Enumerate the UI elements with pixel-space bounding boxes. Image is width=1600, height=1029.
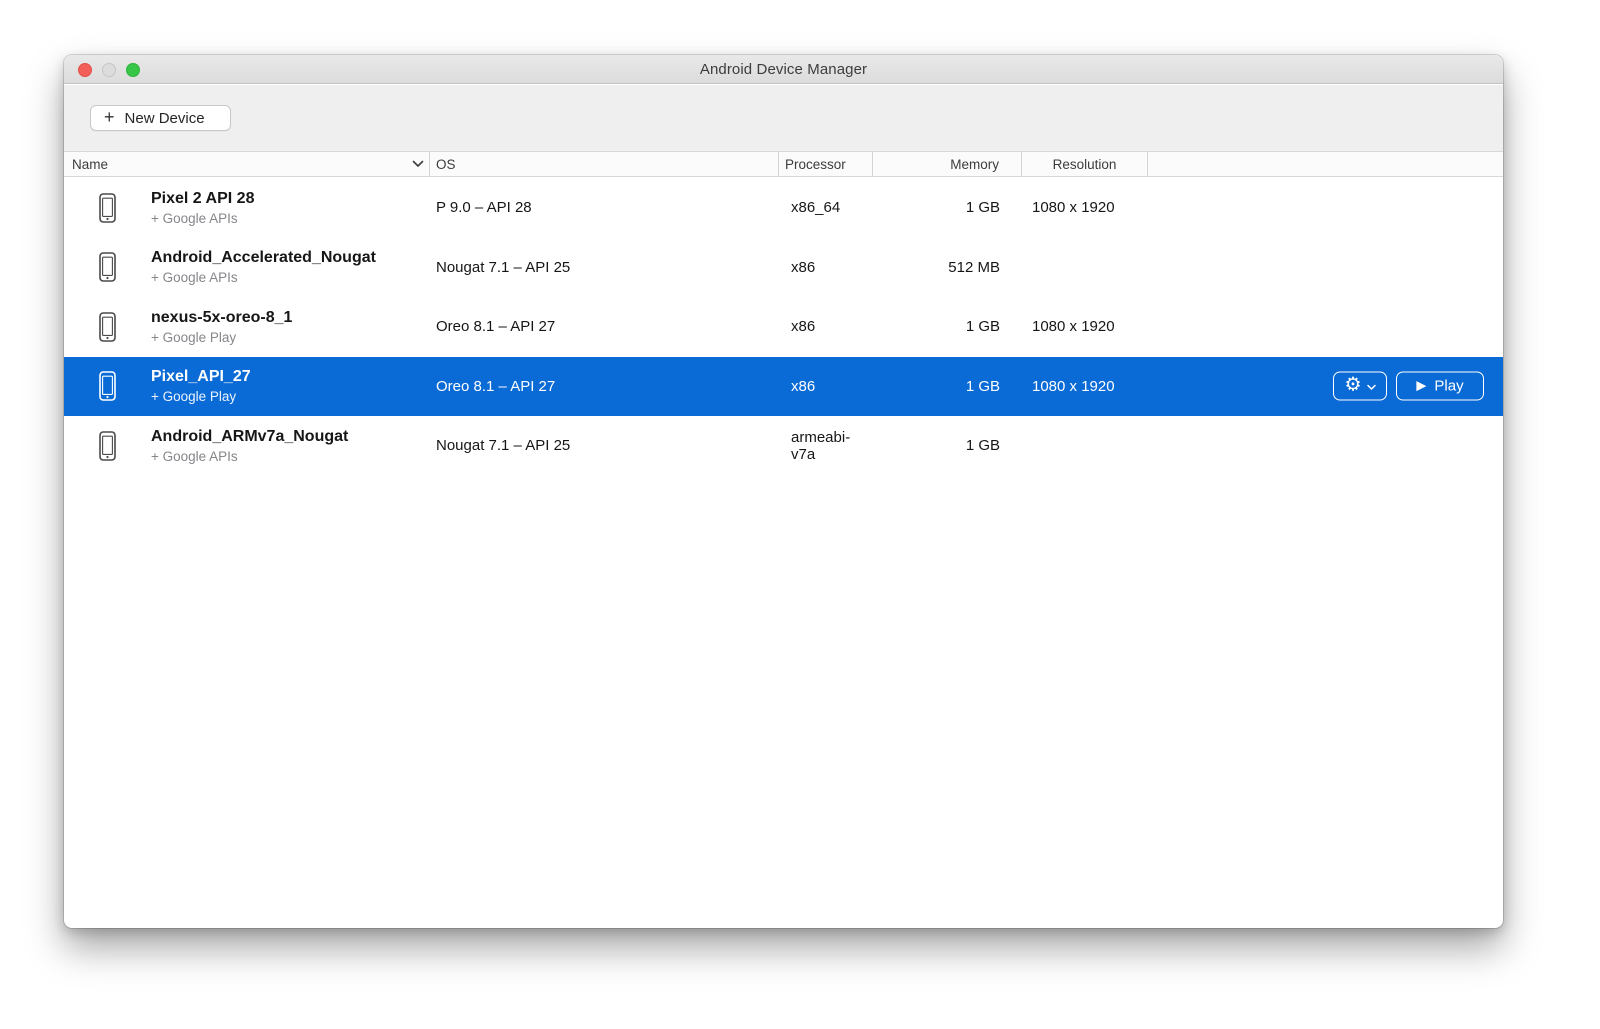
chevron-down-icon [412,160,424,168]
selected-row-actions: ⚙ ▶ Play [1333,372,1484,401]
android-device-manager-window: Android Device Manager + New Device Name… [64,55,1503,928]
device-row-pixel-2-api-28[interactable]: Pixel 2 API 28 + Google APIs P 9.0 – API… [64,178,1503,238]
phone-icon [99,431,116,461]
play-button[interactable]: ▶ Play [1396,372,1484,401]
device-row-nexus-5x-oreo-8-1[interactable]: nexus-5x-oreo-8_1 + Google Play Oreo 8.1… [64,297,1503,357]
device-resolution: 1080 x 1920 [1022,357,1148,417]
chevron-down-icon [1367,379,1376,394]
device-name: nexus-5x-oreo-8_1 [151,309,292,327]
phone-icon [99,371,116,401]
phone-icon [99,312,116,342]
close-button[interactable] [78,63,92,77]
column-header-name[interactable]: Name [64,152,430,176]
window-title: Android Device Manager [700,61,867,78]
device-name: Pixel 2 API 28 [151,190,254,208]
device-os: Oreo 8.1 – API 27 [430,297,779,357]
device-addon: + Google APIs [151,211,238,226]
device-resolution: 1080 x 1920 [1022,297,1148,357]
device-memory: 1 GB [873,416,1022,476]
device-memory: 1 GB [873,297,1022,357]
phone-icon [99,193,116,223]
play-icon: ▶ [1416,380,1426,393]
play-label: Play [1434,378,1463,395]
device-resolution [1022,416,1148,476]
device-row-android-armv7a-nougat[interactable]: Android_ARMv7a_Nougat + Google APIs Noug… [64,416,1503,476]
column-header-os[interactable]: OS [430,152,779,176]
column-header-resolution[interactable]: Resolution [1022,152,1148,176]
device-addon: + Google APIs [151,270,238,285]
device-os: P 9.0 – API 28 [430,178,779,238]
minimize-button[interactable] [102,63,116,77]
device-processor: armeabi-v7a [779,416,873,476]
window-controls [78,63,140,77]
title-bar: Android Device Manager [64,55,1503,84]
new-device-label: New Device [125,110,205,127]
device-addon: + Google APIs [151,449,238,464]
device-row-pixel-api-27[interactable]: Pixel_API_27 + Google Play Oreo 8.1 – AP… [64,357,1503,417]
device-name: Android_Accelerated_Nougat [151,249,376,267]
gear-icon: ⚙ [1344,376,1361,395]
device-processor: x86 [779,357,873,417]
phone-icon [99,252,116,282]
toolbar: + New Device [64,85,1503,151]
device-memory: 512 MB [873,238,1022,298]
device-memory: 1 GB [873,178,1022,238]
table-header: Name OS Processor Memory Resolution [64,151,1503,177]
column-header-spacer [1148,152,1503,176]
device-os: Oreo 8.1 – API 27 [430,357,779,417]
device-name: Pixel_API_27 [151,368,251,386]
device-list: Pixel 2 API 28 + Google APIs P 9.0 – API… [64,178,1503,476]
zoom-button[interactable] [126,63,140,77]
device-name: Android_ARMv7a_Nougat [151,428,348,446]
device-addon: + Google Play [151,330,236,345]
device-memory: 1 GB [873,357,1022,417]
device-processor: x86_64 [779,178,873,238]
device-resolution [1022,238,1148,298]
column-header-processor[interactable]: Processor [779,152,873,176]
device-processor: x86 [779,297,873,357]
plus-icon: + [104,108,115,126]
device-addon: + Google Play [151,389,236,404]
device-os: Nougat 7.1 – API 25 [430,416,779,476]
device-settings-button[interactable]: ⚙ [1333,372,1387,401]
device-processor: x86 [779,238,873,298]
new-device-button[interactable]: + New Device [90,105,231,131]
column-header-memory[interactable]: Memory [873,152,1022,176]
device-row-android-accelerated-nougat[interactable]: Android_Accelerated_Nougat + Google APIs… [64,238,1503,298]
device-os: Nougat 7.1 – API 25 [430,238,779,298]
device-resolution: 1080 x 1920 [1022,178,1148,238]
